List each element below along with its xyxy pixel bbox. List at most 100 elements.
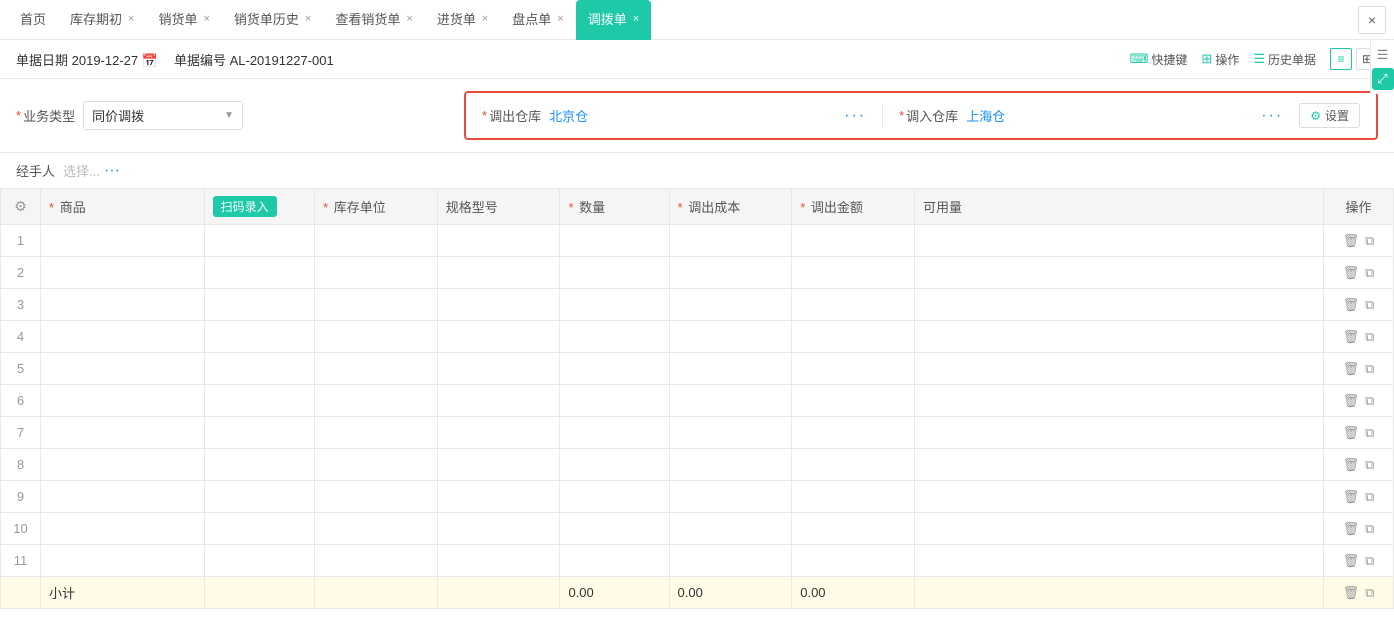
row-10-amount[interactable] xyxy=(792,513,915,545)
row-7-spec[interactable] xyxy=(437,417,560,449)
row-8-cost[interactable] xyxy=(669,449,792,481)
row-5-amount[interactable] xyxy=(792,353,915,385)
row-5-copy-icon[interactable]: ⧉ xyxy=(1365,361,1374,377)
row-4-spec[interactable] xyxy=(437,321,560,353)
tab-inventory-init[interactable]: 库存期初 × xyxy=(58,0,146,40)
tab-close-stocktake[interactable]: × xyxy=(557,13,563,25)
row-4-delete-icon[interactable]: 🗑 xyxy=(1343,329,1360,345)
tab-close-purchase[interactable]: × xyxy=(482,13,488,25)
operation-action[interactable]: ⊞ 操作 xyxy=(1201,51,1239,68)
row-8-quantity[interactable] xyxy=(560,449,669,481)
transfer-out-value[interactable]: 北京仓 xyxy=(549,106,588,125)
sidebar-list-icon[interactable]: ☰ xyxy=(1372,44,1394,66)
row-6-product[interactable] xyxy=(41,385,205,417)
row-9-cost[interactable] xyxy=(669,481,792,513)
row-2-unit[interactable] xyxy=(315,257,438,289)
row-8-unit[interactable] xyxy=(315,449,438,481)
row-9-spec[interactable] xyxy=(437,481,560,513)
subtotal-copy-icon[interactable]: ⧉ xyxy=(1365,585,1374,601)
row-11-unit[interactable] xyxy=(315,545,438,577)
row-9-product[interactable] xyxy=(41,481,205,513)
tab-close-sales[interactable]: × xyxy=(203,13,209,25)
row-4-quantity[interactable] xyxy=(560,321,669,353)
row-7-cost[interactable] xyxy=(669,417,792,449)
row-4-cost[interactable] xyxy=(669,321,792,353)
person-more[interactable]: ··· xyxy=(104,162,120,180)
tab-close-transfer[interactable]: × xyxy=(633,13,639,25)
row-10-delete-icon[interactable]: 🗑 xyxy=(1343,521,1360,537)
transfer-in-value[interactable]: 上海仓 xyxy=(966,106,1005,125)
row-6-unit[interactable] xyxy=(315,385,438,417)
person-select[interactable]: 选择... xyxy=(63,161,100,180)
tab-close-view-sales[interactable]: × xyxy=(406,13,412,25)
row-7-product[interactable] xyxy=(41,417,205,449)
row-10-unit[interactable] xyxy=(315,513,438,545)
row-1-unit[interactable] xyxy=(315,225,438,257)
row-10-spec[interactable] xyxy=(437,513,560,545)
row-2-copy-icon[interactable]: ⧉ xyxy=(1365,265,1374,281)
row-11-amount[interactable] xyxy=(792,545,915,577)
tab-home[interactable]: 首页 xyxy=(8,0,58,40)
row-7-delete-icon[interactable]: 🗑 xyxy=(1343,425,1360,441)
tab-transfer[interactable]: 调拨单 × xyxy=(576,0,651,40)
row-9-quantity[interactable] xyxy=(560,481,669,513)
row-3-cost[interactable] xyxy=(669,289,792,321)
row-1-quantity[interactable] xyxy=(560,225,669,257)
row-7-amount[interactable] xyxy=(792,417,915,449)
row-9-unit[interactable] xyxy=(315,481,438,513)
calendar-icon[interactable]: 📅 xyxy=(142,53,158,68)
view-list-button[interactable]: ≡ xyxy=(1330,48,1352,70)
row-2-amount[interactable] xyxy=(792,257,915,289)
row-6-delete-icon[interactable]: 🗑 xyxy=(1343,393,1360,409)
settings-button[interactable]: ⚙ 设置 xyxy=(1299,103,1360,128)
row-9-copy-icon[interactable]: ⧉ xyxy=(1365,489,1374,505)
row-1-cost[interactable] xyxy=(669,225,792,257)
row-10-product[interactable] xyxy=(41,513,205,545)
row-7-quantity[interactable] xyxy=(560,417,669,449)
row-8-spec[interactable] xyxy=(437,449,560,481)
tab-sales-history[interactable]: 销货单历史 × xyxy=(222,0,323,40)
row-2-product[interactable] xyxy=(41,257,205,289)
scan-button[interactable]: 扫码录入 xyxy=(213,196,277,217)
subtotal-delete-icon[interactable]: 🗑 xyxy=(1343,585,1360,601)
row-7-unit[interactable] xyxy=(315,417,438,449)
row-1-spec[interactable] xyxy=(437,225,560,257)
row-2-spec[interactable] xyxy=(437,257,560,289)
row-5-cost[interactable] xyxy=(669,353,792,385)
row-11-delete-icon[interactable]: 🗑 xyxy=(1343,553,1360,569)
gear-icon[interactable]: ⚙ xyxy=(14,198,27,214)
tab-close-sales-history[interactable]: × xyxy=(305,13,311,25)
sidebar-expand-icon[interactable]: ⤢ xyxy=(1372,68,1394,90)
row-1-amount[interactable] xyxy=(792,225,915,257)
row-1-copy-icon[interactable]: ⧉ xyxy=(1365,233,1374,249)
window-close-button[interactable]: × xyxy=(1358,6,1386,34)
row-5-quantity[interactable] xyxy=(560,353,669,385)
date-value[interactable]: 2019-12-27 xyxy=(72,53,139,68)
row-8-product[interactable] xyxy=(41,449,205,481)
business-type-select[interactable]: 同价调拨 ▼ xyxy=(83,101,243,130)
row-11-copy-icon[interactable]: ⧉ xyxy=(1365,553,1374,569)
tab-view-sales[interactable]: 查看销货单 × xyxy=(323,0,424,40)
history-action[interactable]: ☰ 历史单据 xyxy=(1253,51,1316,68)
row-7-copy-icon[interactable]: ⧉ xyxy=(1365,425,1374,441)
row-3-spec[interactable] xyxy=(437,289,560,321)
row-3-amount[interactable] xyxy=(792,289,915,321)
tab-sales[interactable]: 销货单 × xyxy=(146,0,221,40)
row-11-quantity[interactable] xyxy=(560,545,669,577)
row-3-quantity[interactable] xyxy=(560,289,669,321)
row-10-copy-icon[interactable]: ⧉ xyxy=(1365,521,1374,537)
tab-stocktake[interactable]: 盘点单 × xyxy=(500,0,575,40)
row-8-delete-icon[interactable]: 🗑 xyxy=(1343,457,1360,473)
row-6-spec[interactable] xyxy=(437,385,560,417)
row-6-quantity[interactable] xyxy=(560,385,669,417)
row-3-product[interactable] xyxy=(41,289,205,321)
row-11-product[interactable] xyxy=(41,545,205,577)
row-3-unit[interactable] xyxy=(315,289,438,321)
row-11-cost[interactable] xyxy=(669,545,792,577)
row-5-spec[interactable] xyxy=(437,353,560,385)
row-9-amount[interactable] xyxy=(792,481,915,513)
row-3-copy-icon[interactable]: ⧉ xyxy=(1365,297,1374,313)
row-10-cost[interactable] xyxy=(669,513,792,545)
shortcut-action[interactable]: ⌨ 快捷键 xyxy=(1130,51,1188,68)
row-2-delete-icon[interactable]: 🗑 xyxy=(1343,265,1360,281)
